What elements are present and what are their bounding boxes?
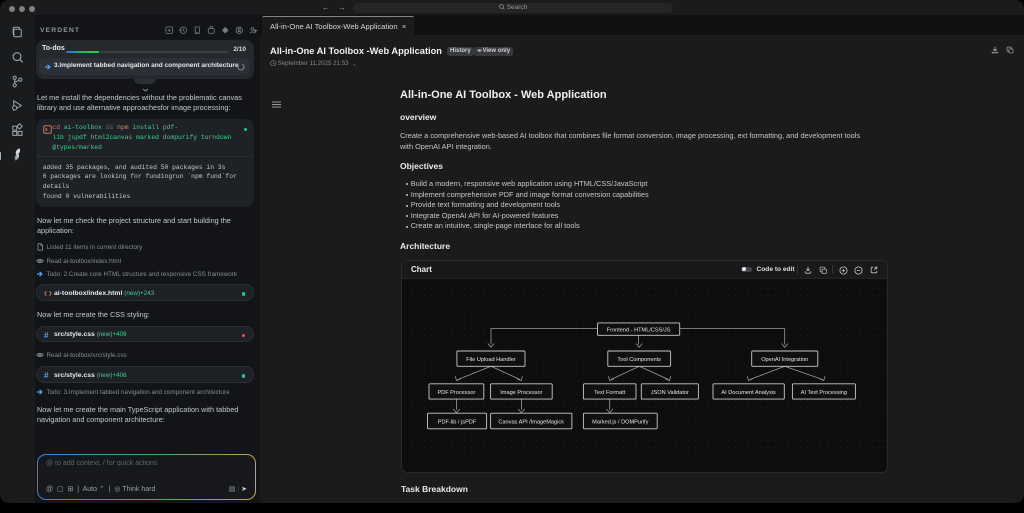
- svg-text:Text Formatt: Text Formatt: [594, 390, 626, 396]
- svg-text:Canvas API /ImageMagick: Canvas API /ImageMagick: [498, 419, 564, 425]
- svg-text:JSON Validator: JSON Validator: [651, 390, 689, 396]
- svg-text:PDF Processor: PDF Processor: [437, 390, 475, 396]
- svg-text:Frontend - HTML/CSS/JS: Frontend - HTML/CSS/JS: [607, 328, 671, 334]
- svg-text:AI Text Processing: AI Text Processing: [801, 390, 847, 396]
- svg-text:Tool Components: Tool Components: [617, 357, 661, 363]
- svg-text:#: #: [44, 331, 49, 339]
- svg-text:Image Processor: Image Processor: [500, 390, 542, 396]
- svg-text:File Upload Handler: File Upload Handler: [466, 357, 516, 363]
- svg-text:AI Document Analysis: AI Document Analysis: [721, 390, 776, 396]
- svg-text:#: #: [44, 371, 49, 379]
- svg-text:OpenAI Integration: OpenAI Integration: [761, 357, 808, 363]
- svg-text:Marked.js / DOMPurify: Marked.js / DOMPurify: [592, 419, 648, 425]
- svg-text:PDF-lib / jsPDF: PDF-lib / jsPDF: [438, 419, 477, 425]
